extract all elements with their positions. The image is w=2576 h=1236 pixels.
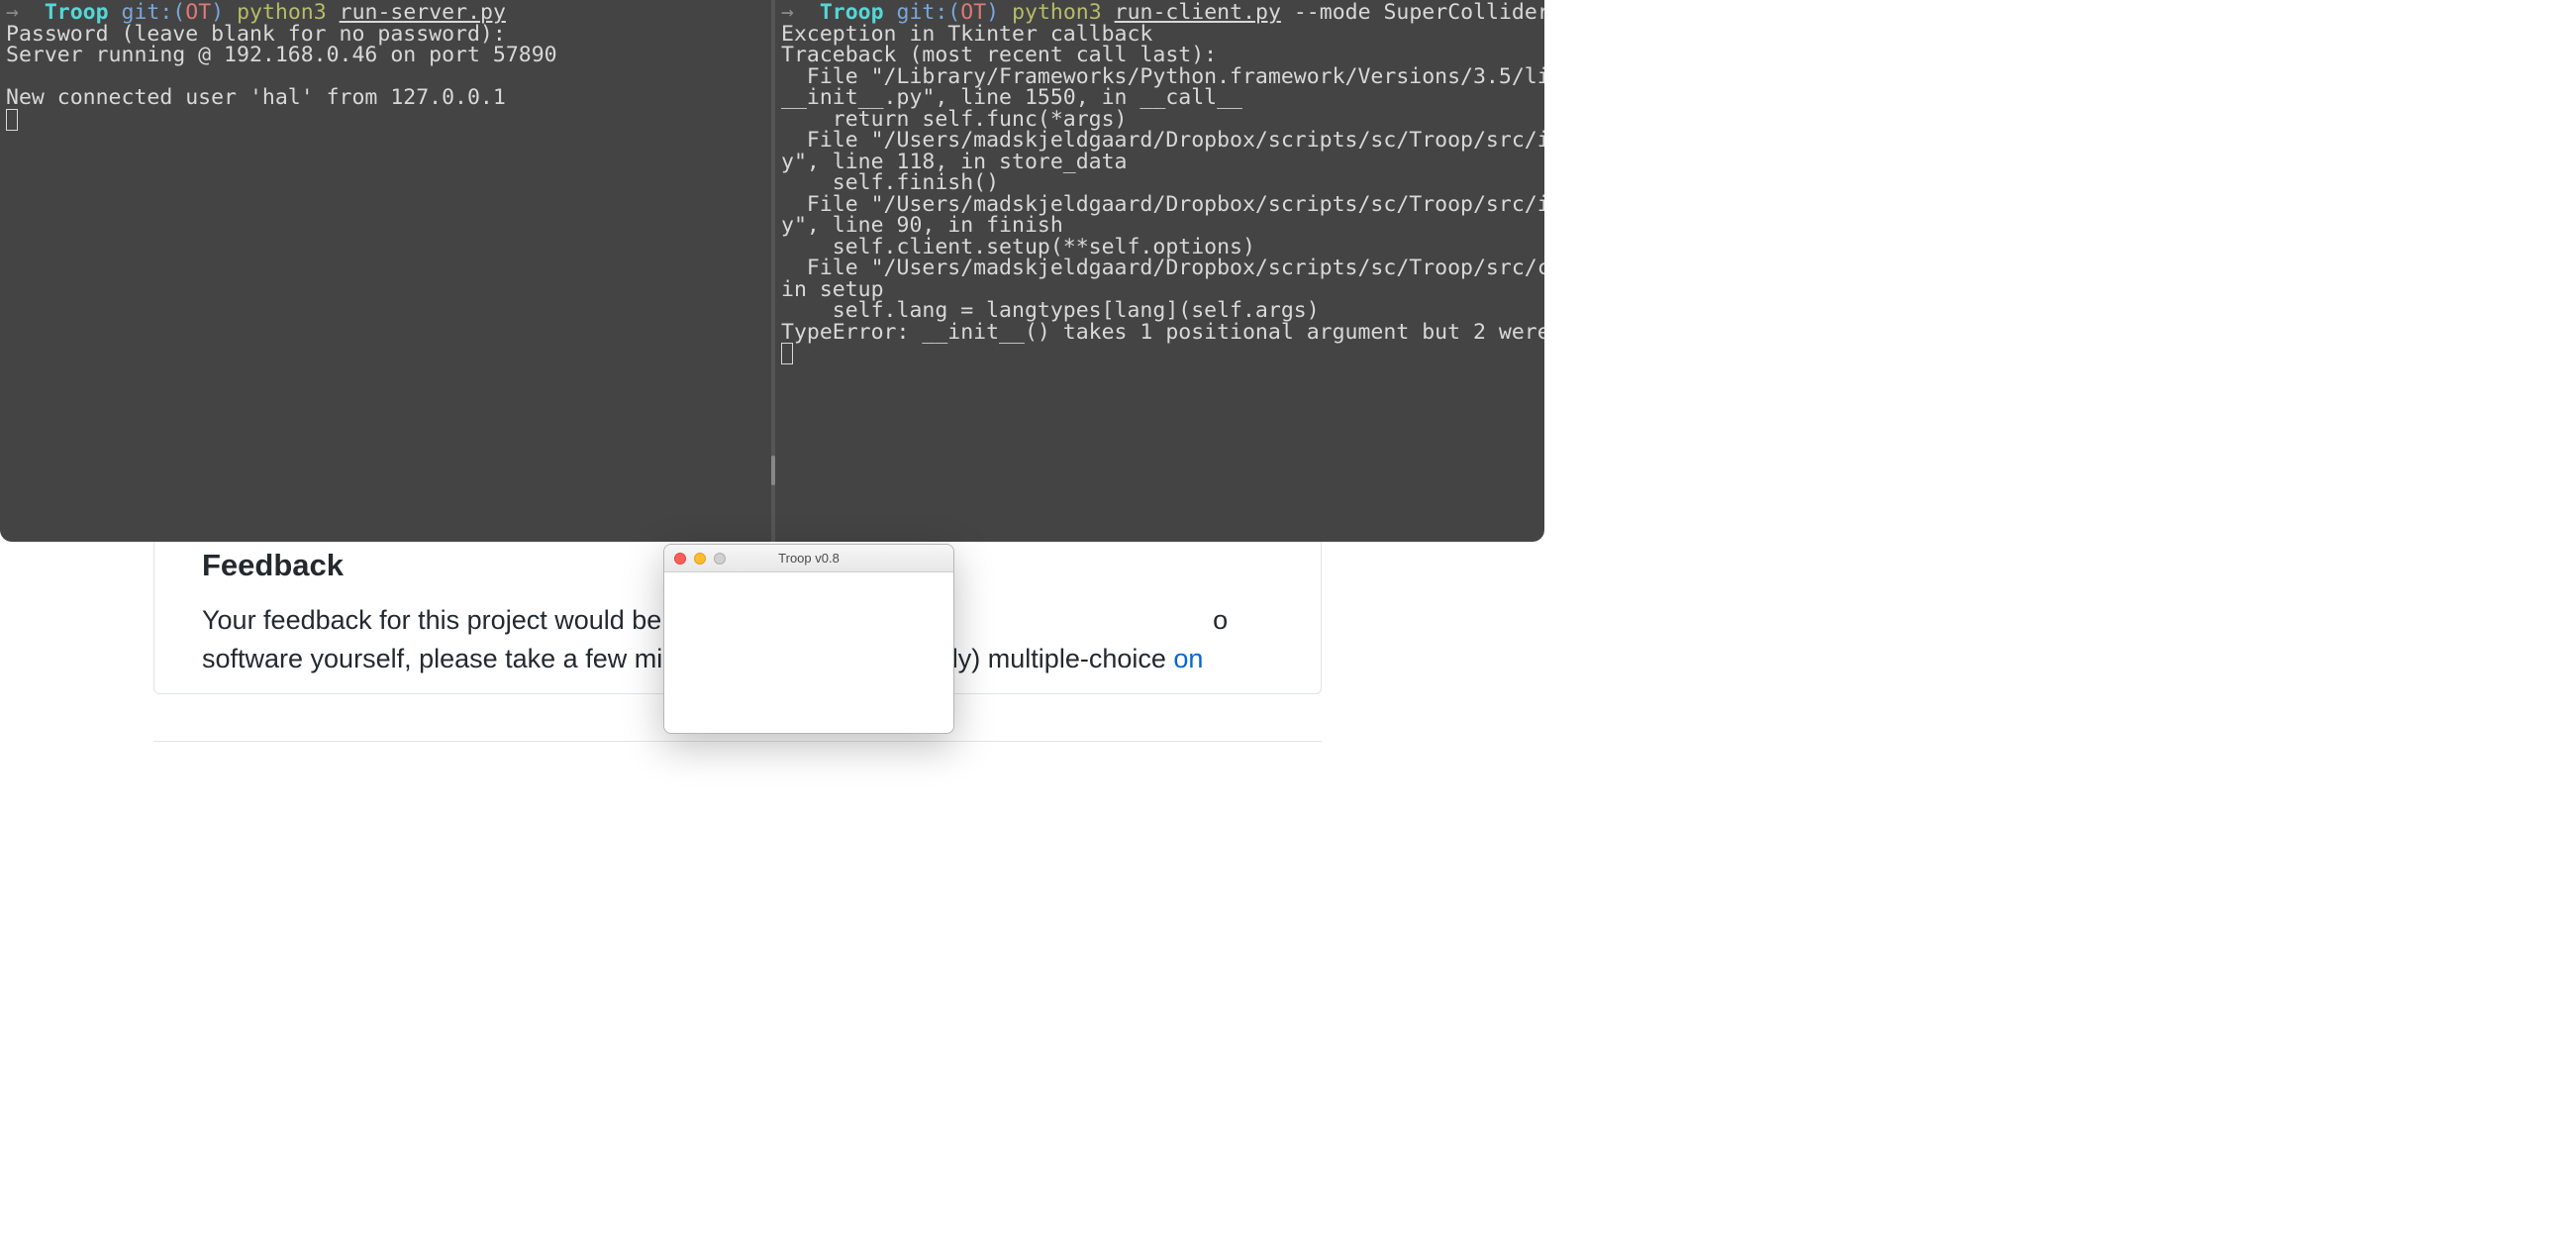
- troop-window-body[interactable]: [664, 572, 953, 733]
- term-left-line-1: Server running @ 192.168.0.46 on port 57…: [6, 43, 557, 67]
- term-right-line-11: File "/Users/madskjeldgaard/Dropbox/scri…: [781, 256, 1544, 280]
- term-right-line-14: TypeError: __init__() takes 1 positional…: [781, 320, 1544, 345]
- term-left-line-3: New connected user 'hal' from 127.0.0.1: [6, 85, 506, 110]
- maximize-icon[interactable]: [714, 553, 726, 565]
- minimize-icon[interactable]: [694, 553, 706, 565]
- window-controls: [664, 553, 726, 565]
- prompt-args: --mode SuperCollider: [1294, 0, 1544, 25]
- cursor-icon: [6, 109, 18, 131]
- feedback-survey-link[interactable]: on: [1173, 644, 1203, 673]
- terminal-pane-left[interactable]: → Troop git:(OT) python3 run-server.py P…: [0, 0, 773, 542]
- next-section-border: [153, 741, 1322, 745]
- troop-titlebar[interactable]: Troop v0.8: [664, 545, 953, 572]
- close-icon[interactable]: [674, 553, 686, 565]
- terminal-window: → Troop git:(OT) python3 run-server.py P…: [0, 0, 1544, 542]
- troop-app-window[interactable]: Troop v0.8: [663, 544, 954, 734]
- cursor-icon: [781, 343, 793, 364]
- terminal-pane-right[interactable]: → Troop git:(OT) python3 run-client.py -…: [775, 0, 1544, 542]
